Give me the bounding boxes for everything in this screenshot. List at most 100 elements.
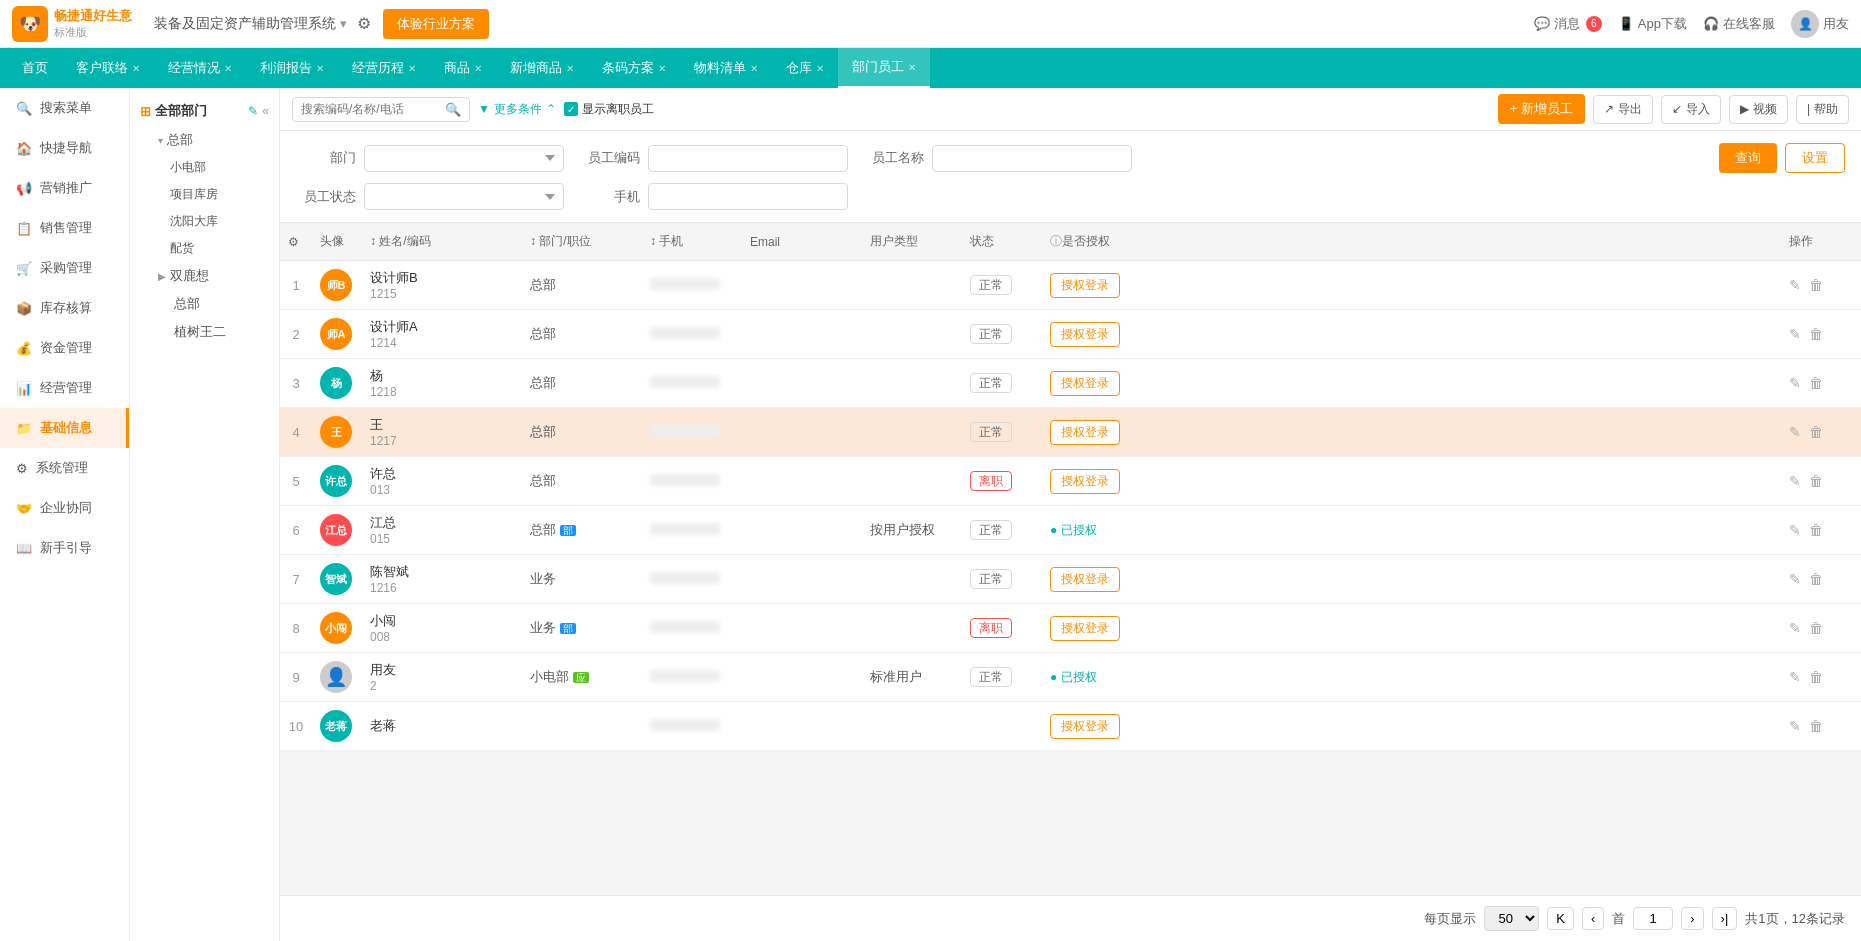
app-download-button[interactable]: 📱 App下载 [1618,15,1687,33]
trial-button[interactable]: 体验行业方案 [383,9,489,39]
message-button[interactable]: 💬 消息 6 [1534,15,1602,33]
row-email [742,555,862,604]
help-button[interactable]: | 帮助 [1796,95,1849,124]
sidebar-item-marketing[interactable]: 📢 营销推广 [0,168,129,208]
th-settings[interactable]: ⚙ [280,223,312,261]
video-button[interactable]: ▶ 视频 [1729,95,1788,124]
sidebar-item-sales[interactable]: 📋 销售管理 [0,208,129,248]
row-auth: 授权登录 [1042,261,1162,310]
dept-edit-icon[interactable]: ✎ [248,104,258,118]
show-resign-toggle[interactable]: ✓ 显示离职员工 [564,101,654,118]
import-button[interactable]: ↙ 导入 [1661,95,1721,124]
dept-all-button[interactable]: ⊞ 全部部门 ✎ « [130,96,279,126]
edit-icon[interactable]: ✎ [1789,718,1801,734]
dept-item-peihuo[interactable]: 配货 [138,235,279,262]
prev-page-button[interactable]: ‹ [1582,907,1604,930]
last-page-button[interactable]: ›| [1712,907,1738,930]
sidebar-item-finance[interactable]: 💰 资金管理 [0,328,129,368]
user-menu[interactable]: 👤 用友 [1791,10,1849,38]
delete-icon[interactable]: 🗑 [1809,571,1823,587]
empstatus-select[interactable] [364,183,564,210]
dept-item-zongbu[interactable]: 总部 [138,290,279,318]
search-icon-btn[interactable]: 🔍 [445,102,461,117]
auth-button[interactable]: 授权登录 [1050,371,1120,396]
tab-journey[interactable]: 经营历程 ✕ [338,48,430,88]
phone-input[interactable] [648,183,848,210]
online-service-button[interactable]: 🎧 在线客服 [1703,15,1775,33]
th-phone[interactable]: ↕ 手机 [642,223,742,261]
tab-warehouse[interactable]: 仓库 ✕ [772,48,838,88]
tab-operations[interactable]: 经营情况 ✕ [154,48,246,88]
filter-phone: 手机 [580,183,848,210]
edit-icon[interactable]: ✎ [1789,277,1801,293]
edit-icon[interactable]: ✎ [1789,669,1801,685]
tab-goods[interactable]: 商品 ✕ [430,48,496,88]
next-page-button[interactable]: › [1681,907,1703,930]
edit-icon[interactable]: ✎ [1789,375,1801,391]
empname-label: 员工名称 [864,149,924,167]
delete-icon[interactable]: 🗑 [1809,620,1823,636]
delete-icon[interactable]: 🗑 [1809,277,1823,293]
tab-bom[interactable]: 物料清单 ✕ [680,48,772,88]
add-employee-button[interactable]: + 新增员工 [1498,94,1585,124]
dept-select[interactable] [364,145,564,172]
dept-item-shuanglu[interactable]: ▶ 双鹿想 [138,262,279,290]
empcode-input[interactable] [648,145,848,172]
tab-profit[interactable]: 利润报告 ✕ [246,48,338,88]
tab-customer[interactable]: 客户联络 ✕ [62,48,154,88]
tab-home[interactable]: 首页 [8,48,62,88]
export-button[interactable]: ↗ 导出 [1593,95,1653,124]
th-name-code[interactable]: ↕ 姓名/编码 [362,223,522,261]
auth-button[interactable]: 授权登录 [1050,567,1120,592]
per-page-select[interactable]: 50 20 100 [1484,906,1539,931]
delete-icon[interactable]: 🗑 [1809,473,1823,489]
query-button[interactable]: 查询 [1719,143,1777,173]
th-dept-pos[interactable]: ↕ 部门/职位 [522,223,642,261]
page-number-input[interactable] [1633,907,1673,930]
row-auth: 授权登录 [1042,310,1162,359]
delete-icon[interactable]: 🗑 [1809,669,1823,685]
delete-icon[interactable]: 🗑 [1809,326,1823,342]
more-filter-button[interactable]: ▼ 更多条件 ⌃ [478,101,556,118]
dept-item-projroom[interactable]: 项目库房 [138,181,279,208]
edit-icon[interactable]: ✎ [1789,326,1801,342]
system-dropdown-icon[interactable]: ▾ [340,16,347,31]
auth-button[interactable]: 授权登录 [1050,273,1120,298]
dept-item-shenyang[interactable]: 沈阳大库 [138,208,279,235]
tab-dept-employee[interactable]: 部门员工 ✕ [838,48,930,88]
sidebar-item-operations[interactable]: 📊 经营管理 [0,368,129,408]
delete-icon[interactable]: 🗑 [1809,718,1823,734]
sidebar-item-quicknav[interactable]: 🏠 快捷导航 [0,128,129,168]
first-page-button[interactable]: K [1547,907,1574,930]
auth-button[interactable]: 授权登录 [1050,714,1120,739]
edit-icon[interactable]: ✎ [1789,522,1801,538]
delete-icon[interactable]: 🗑 [1809,424,1823,440]
auth-button[interactable]: 授权登录 [1050,322,1120,347]
dept-item-xiaodian[interactable]: 小电部 [138,154,279,181]
edit-icon[interactable]: ✎ [1789,620,1801,636]
sidebar-item-inventory[interactable]: 📦 库存核算 [0,288,129,328]
sidebar-item-search[interactable]: 🔍 搜索菜单 [0,88,129,128]
set-button[interactable]: 设置 [1785,143,1845,173]
edit-icon[interactable]: ✎ [1789,424,1801,440]
edit-icon[interactable]: ✎ [1789,473,1801,489]
search-input[interactable] [301,102,441,116]
sidebar-item-purchase[interactable]: 🛒 采购管理 [0,248,129,288]
delete-icon[interactable]: 🗑 [1809,375,1823,391]
dept-item-zhishuwang[interactable]: 植树王二 [138,318,279,346]
delete-icon[interactable]: 🗑 [1809,522,1823,538]
auth-button[interactable]: 授权登录 [1050,469,1120,494]
auth-button[interactable]: 授权登录 [1050,420,1120,445]
tab-barcode[interactable]: 条码方案 ✕ [588,48,680,88]
auth-button[interactable]: 授权登录 [1050,616,1120,641]
edit-icon[interactable]: ✎ [1789,571,1801,587]
sidebar-item-basic[interactable]: 📁 基础信息 [0,408,129,448]
settings-icon[interactable]: ⚙ [357,14,371,33]
sidebar-item-system[interactable]: ⚙ 系统管理 [0,448,129,488]
tab-add-goods[interactable]: 新增商品 ✕ [496,48,588,88]
sidebar-item-enterprise[interactable]: 🤝 企业协同 [0,488,129,528]
dept-item-headquarters[interactable]: ▾ 总部 [138,126,279,154]
sidebar-item-guide[interactable]: 📖 新手引导 [0,528,129,568]
dept-collapse-icon[interactable]: « [262,104,269,118]
empname-input[interactable] [932,145,1132,172]
